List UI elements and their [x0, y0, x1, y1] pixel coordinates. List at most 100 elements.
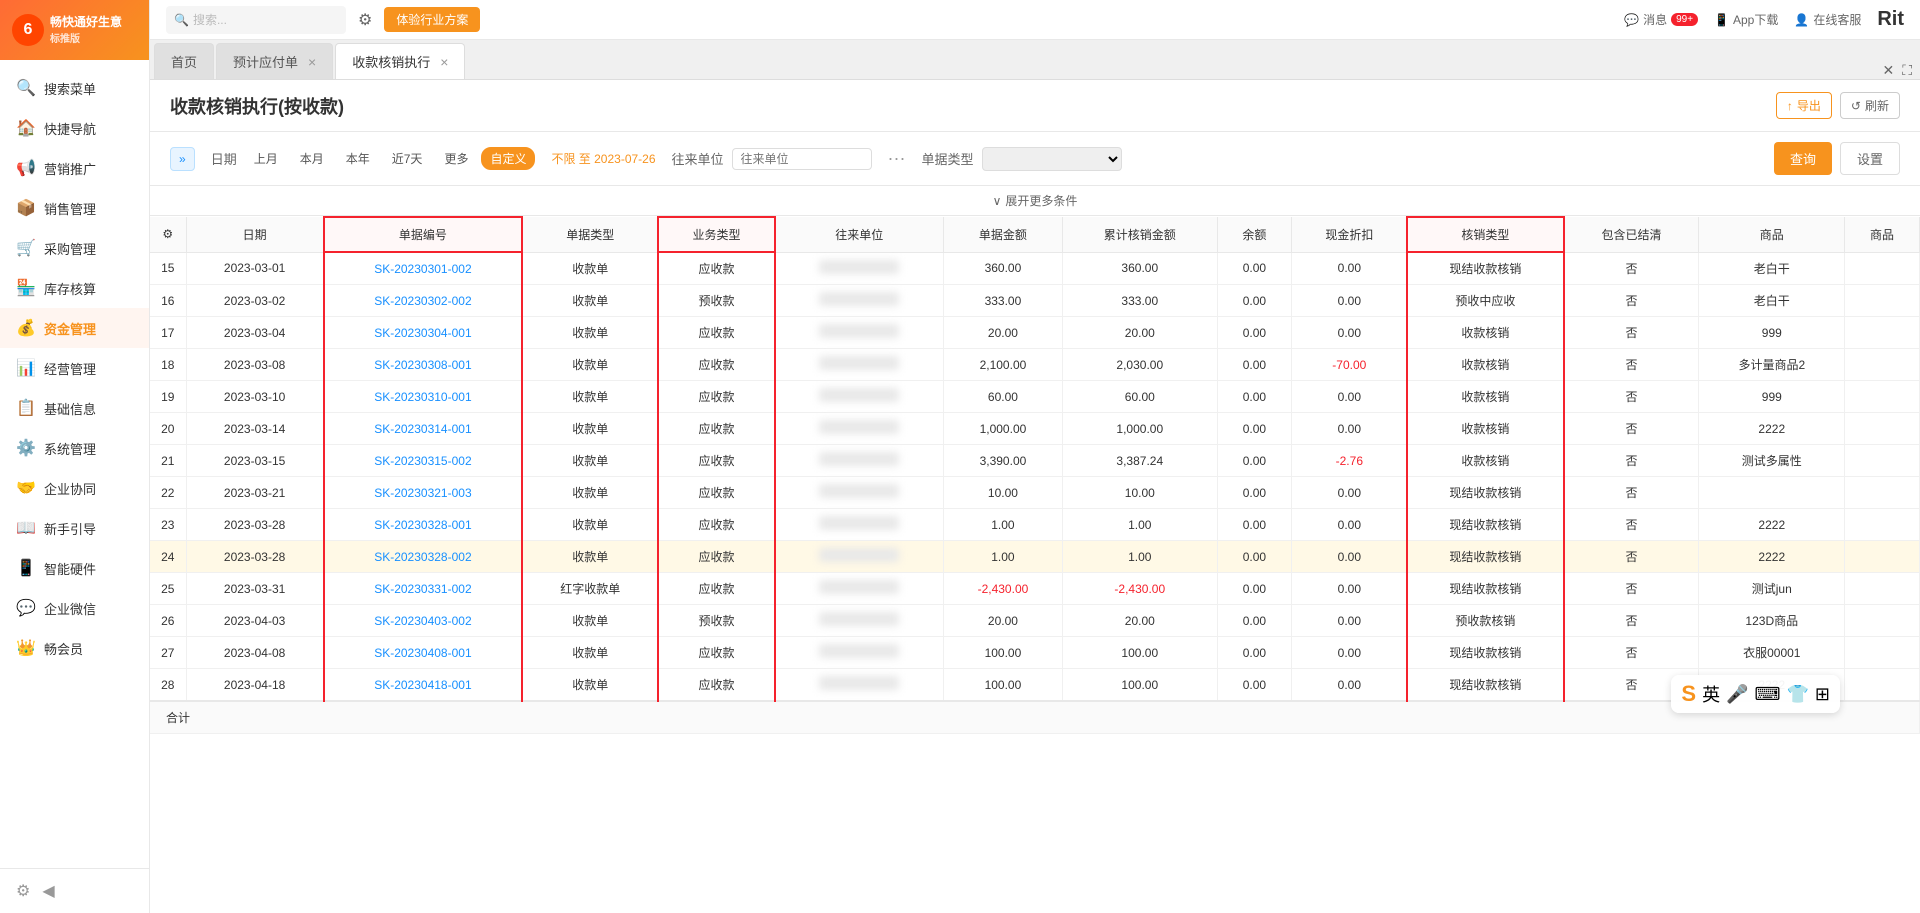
docno-link[interactable]: SK-20230310-001 — [374, 390, 471, 404]
page-header: 收款核销执行(按收款) ↑ 导出 ↺ 刷新 — [150, 80, 1920, 132]
cell-settled: 否 — [1564, 541, 1699, 573]
cell-date: 2023-03-31 — [186, 573, 324, 605]
sidebar-item-operation[interactable]: 📊经营管理 — [0, 348, 149, 388]
collapse-icon[interactable]: ◀ — [42, 881, 54, 901]
expand-icon: ∨ — [993, 194, 1002, 208]
date-custom[interactable]: 自定义 — [481, 147, 535, 170]
sidebar-item-purchase[interactable]: 🛒采购管理 — [0, 228, 149, 268]
cell-settled: 否 — [1564, 285, 1699, 317]
cell-amount: 1.00 — [943, 509, 1062, 541]
sidebar-item-inventory[interactable]: 🏪库存核算 — [0, 268, 149, 308]
cell-amount: 10.00 — [943, 477, 1062, 509]
partner-label: 往来单位 — [672, 149, 724, 168]
date-this-month[interactable]: 本月 — [291, 147, 333, 170]
sidebar-item-guide[interactable]: 📖新手引导 — [0, 508, 149, 548]
cell-seq: 18 — [150, 349, 186, 381]
refresh-btn[interactable]: ↺ 刷新 — [1840, 92, 1900, 119]
filter-toggle-btn[interactable]: » — [170, 147, 195, 171]
partner-blurred — [819, 356, 899, 370]
gear-icon[interactable]: ⚙ — [358, 10, 372, 30]
tab-home[interactable]: 首页 — [154, 43, 214, 79]
cell-partner — [775, 285, 944, 317]
expand-btn[interactable]: ∨ 展开更多条件 — [993, 192, 1078, 209]
docno-link[interactable]: SK-20230301-002 — [374, 262, 471, 276]
settings-icon[interactable]: ⚙ — [16, 881, 30, 901]
sidebar-item-marketing[interactable]: 📢营销推广 — [0, 148, 149, 188]
docno-link[interactable]: SK-20230328-002 — [374, 550, 471, 564]
sidebar-label-member: 畅会员 — [44, 639, 83, 658]
cell-goods2 — [1845, 573, 1920, 605]
page-title: 收款核销执行(按收款) — [170, 93, 344, 119]
docno-link[interactable]: SK-20230308-001 — [374, 358, 471, 372]
docno-link[interactable]: SK-20230315-002 — [374, 454, 471, 468]
cell-balance: 0.00 — [1217, 669, 1292, 702]
docno-link[interactable]: SK-20230408-001 — [374, 646, 471, 660]
sidebar-item-system[interactable]: ⚙️系统管理 — [0, 428, 149, 468]
docno-link[interactable]: SK-20230403-002 — [374, 614, 471, 628]
sidebar-label-wechat: 企业微信 — [44, 599, 96, 618]
docno-link[interactable]: SK-20230304-001 — [374, 326, 471, 340]
partner-input[interactable] — [732, 148, 872, 170]
filter-dots[interactable]: ··· — [888, 148, 906, 169]
sidebar-item-member[interactable]: 👑畅会员 — [0, 628, 149, 668]
docno-link[interactable]: SK-20230331-002 — [374, 582, 471, 596]
message-btn[interactable]: 💬 消息 99+ — [1624, 11, 1698, 28]
sidebar-item-wechat[interactable]: 💬企业微信 — [0, 588, 149, 628]
cell-discount: -70.00 — [1292, 349, 1407, 381]
cell-balance: 0.00 — [1217, 317, 1292, 349]
watermark-shirt-icon[interactable]: 👕 — [1786, 684, 1808, 705]
date-options: 上月 本月 本年 近7天 更多 自定义 — [245, 147, 536, 170]
sidebar-item-sales[interactable]: 📦销售管理 — [0, 188, 149, 228]
th-gear[interactable]: ⚙ — [150, 217, 186, 252]
cell-date: 2023-03-04 — [186, 317, 324, 349]
watermark-english-icon[interactable]: 英 — [1702, 681, 1720, 707]
industry-btn[interactable]: 体验行业方案 — [384, 7, 480, 32]
filter-settings-btn[interactable]: 设置 — [1840, 142, 1900, 175]
tab-fullscreen-icon[interactable]: ⛶ — [1902, 62, 1912, 79]
th-writetype: 核销类型 — [1407, 217, 1563, 252]
export-btn[interactable]: ↑ 导出 — [1776, 92, 1832, 119]
sidebar-item-hardware[interactable]: 📱智能硬件 — [0, 548, 149, 588]
tab-bar: 首页 预计应付单 × 收款核销执行 × ✕ ⛶ — [150, 40, 1920, 80]
tab-prepay[interactable]: 预计应付单 × — [216, 43, 333, 79]
docno-link[interactable]: SK-20230314-001 — [374, 422, 471, 436]
tab-close-all-icon[interactable]: ✕ — [1882, 62, 1894, 79]
cell-settled: 否 — [1564, 381, 1699, 413]
logo-sub: 标推版 — [50, 30, 122, 45]
docno-link[interactable]: SK-20230328-001 — [374, 518, 471, 532]
cell-goods2 — [1845, 252, 1920, 285]
search-box[interactable]: 🔍 搜索... — [166, 6, 346, 34]
tab-collection-close[interactable]: × — [440, 54, 448, 70]
docno-link[interactable]: SK-20230321-003 — [374, 486, 471, 500]
tab-collection[interactable]: 收款核销执行 × — [335, 43, 465, 79]
doctype-select[interactable] — [982, 147, 1122, 171]
app-download-btn[interactable]: 📱 App下载 — [1714, 11, 1778, 28]
docno-link[interactable]: SK-20230302-002 — [374, 294, 471, 308]
date-7days[interactable]: 近7天 — [383, 147, 432, 170]
sidebar-item-search-menu[interactable]: 🔍搜索菜单 — [0, 68, 149, 108]
expand-row: ∨ 展开更多条件 — [150, 186, 1920, 216]
sidebar-item-enterprise[interactable]: 🤝企业协同 — [0, 468, 149, 508]
cell-docno: SK-20230308-001 — [324, 349, 522, 381]
online-service-btn[interactable]: 👤 在线客服 — [1794, 11, 1861, 28]
sidebar-icon-basic: 📋 — [16, 398, 36, 418]
sidebar-item-finance[interactable]: 💰资金管理 — [0, 308, 149, 348]
cell-writeoff: 333.00 — [1063, 285, 1218, 317]
date-this-year[interactable]: 本年 — [337, 147, 379, 170]
sidebar-item-quick-nav[interactable]: 🏠快捷导航 — [0, 108, 149, 148]
watermark-mic-icon[interactable]: 🎤 — [1726, 684, 1748, 705]
tab-prepay-close[interactable]: × — [308, 54, 316, 70]
watermark-grid-icon[interactable]: ⊞ — [1815, 684, 1830, 705]
query-btn[interactable]: 查询 — [1774, 142, 1832, 175]
watermark-keyboard-icon[interactable]: ⌨ — [1755, 684, 1781, 705]
cell-goods1: 衣服00001 — [1699, 637, 1845, 669]
date-more[interactable]: 更多 — [435, 147, 477, 170]
docno-link[interactable]: SK-20230418-001 — [374, 678, 471, 692]
sidebar-logo: 6 畅快通好生意 标推版 — [0, 0, 149, 60]
sidebar-item-basic[interactable]: 📋基础信息 — [0, 388, 149, 428]
cell-writeoff: 20.00 — [1063, 605, 1218, 637]
table-row: 21 2023-03-15 SK-20230315-002 收款单 应收款 3,… — [150, 445, 1920, 477]
date-last-month[interactable]: 上月 — [245, 147, 287, 170]
cell-seq: 22 — [150, 477, 186, 509]
table-row: 25 2023-03-31 SK-20230331-002 红字收款单 应收款 … — [150, 573, 1920, 605]
